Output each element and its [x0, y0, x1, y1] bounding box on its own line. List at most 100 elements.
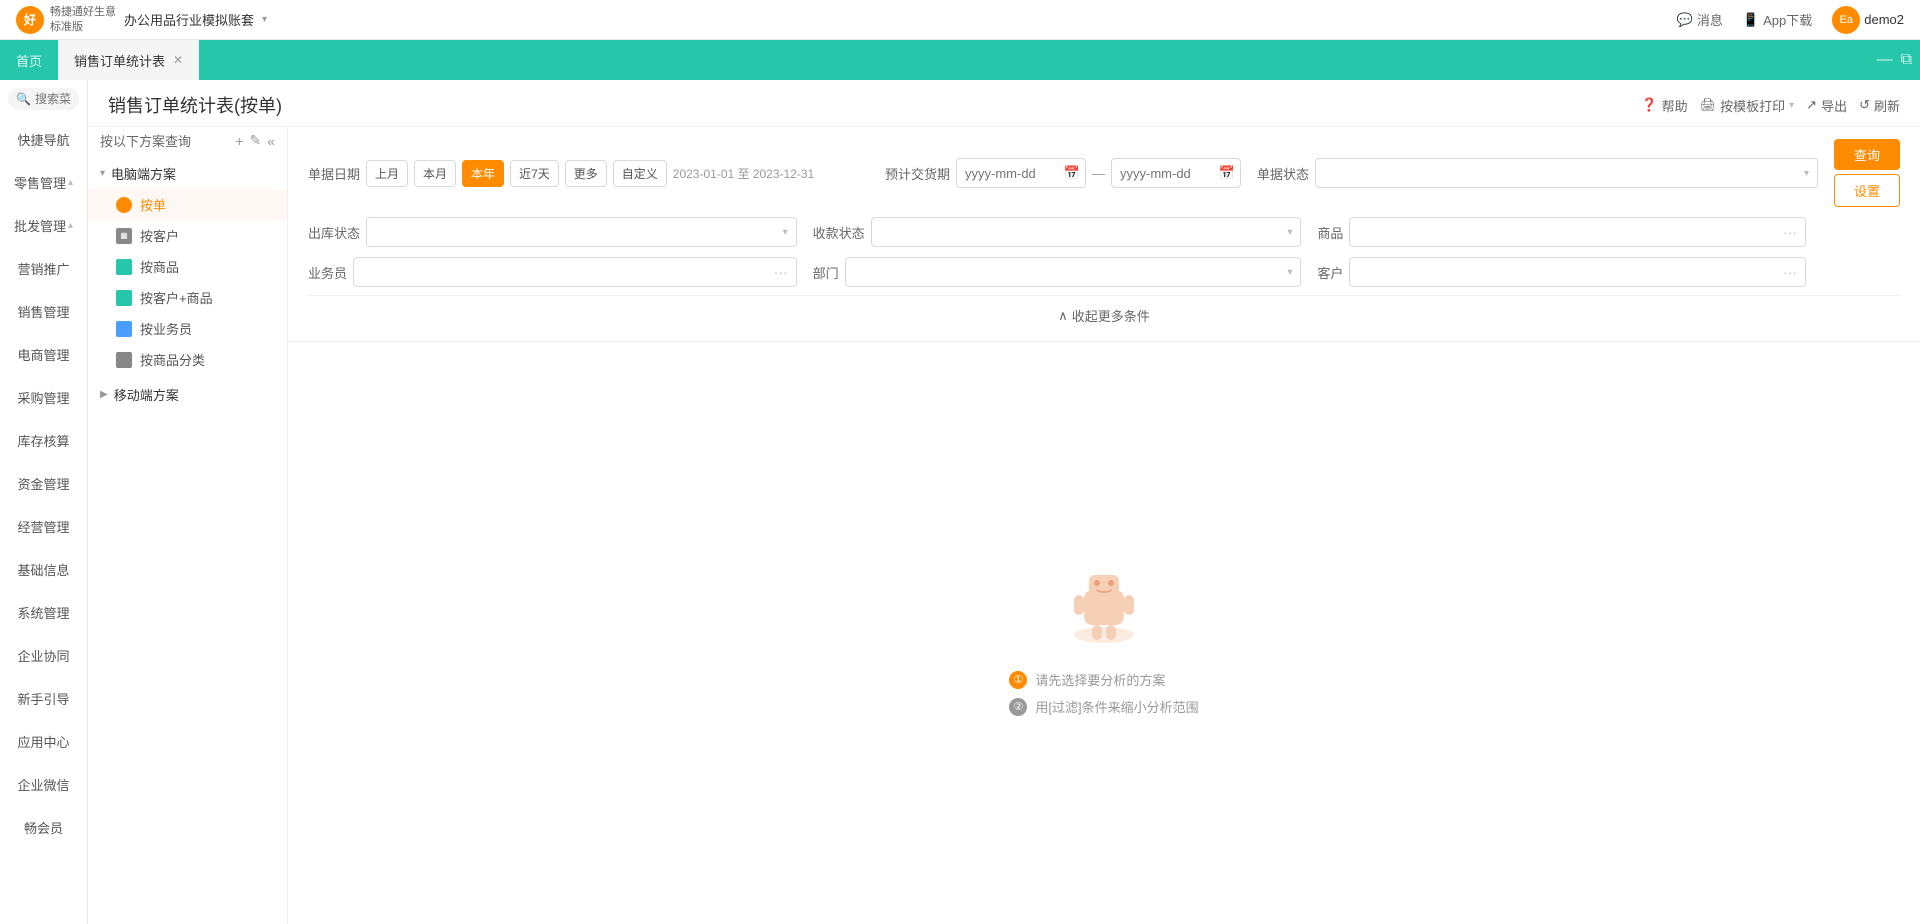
scheme-item-按单[interactable]: 按单: [88, 189, 287, 220]
sidebar-item-vip[interactable]: 畅会员: [0, 806, 87, 849]
search-input[interactable]: [35, 92, 71, 106]
date-btn-custom[interactable]: 自定义: [613, 160, 667, 187]
sidebar-item-wechat[interactable]: 企业微信: [0, 763, 87, 806]
scheme-item-按业务员[interactable]: 按业务员: [88, 313, 287, 344]
user-avatar: Ea: [1832, 6, 1860, 34]
page-title: 销售订单统计表(按单): [108, 92, 282, 118]
date-btn-last7days[interactable]: 近7天: [510, 160, 559, 187]
collapse-button[interactable]: ∧ 收起更多条件: [1046, 302, 1162, 329]
query-button[interactable]: 查询: [1834, 139, 1900, 170]
date-btn-this-month[interactable]: 本月: [414, 160, 456, 187]
sidebar-item-ecommerce[interactable]: 电商管理: [0, 333, 87, 376]
filter-row-3: 业务员 ··· 部门 ▾: [308, 257, 1900, 287]
salesman-dots-icon: ···: [774, 264, 788, 280]
top-bar: 好 畅捷通好生意 标准版 办公用品行业模拟账套 ▾ 💬 消息 📱 App下载 E…: [0, 0, 1920, 40]
bill-status-label: 单据状态: [1257, 164, 1309, 183]
scheme-header: 按以下方案查询 + ✎ «: [88, 127, 287, 158]
filter-payment-status-col: 收款状态 ▾: [813, 217, 1302, 247]
scheme-pc-group-header[interactable]: ▾ 电脑端方案: [88, 158, 287, 189]
date-from-calendar-icon: 📅: [1064, 165, 1080, 181]
main-panel: 销售订单统计表(按单) ❓ 帮助 🖨 按模板打印 ▾ ↗ 导出 ↺ 刷新: [88, 80, 1920, 924]
tab-home[interactable]: 首页: [0, 40, 58, 80]
sidebar-item-appstore[interactable]: 应用中心: [0, 720, 87, 763]
app-title[interactable]: 办公用品行业模拟账套: [124, 10, 254, 29]
filter-date-col: 单据日期 上月 本月 本年 近7天 更多 自定义 2023-01-01 至 20…: [308, 160, 869, 187]
tab-maximize-button[interactable]: ⧉: [1901, 52, 1912, 68]
sidebar-item-wholesale[interactable]: 批发管理 ▴: [0, 204, 87, 247]
top-bar-left: 好 畅捷通好生意 标准版 办公用品行业模拟账套 ▾: [16, 5, 267, 34]
sidebar-item-business[interactable]: 经营管理: [0, 505, 87, 548]
scheme-item-按商品[interactable]: 按商品: [88, 251, 287, 282]
sidebar-item-basic[interactable]: 基础信息: [0, 548, 87, 591]
filter-department-col: 部门 ▾: [813, 257, 1302, 287]
date-btn-this-year[interactable]: 本年: [462, 160, 504, 187]
page-actions: ❓ 帮助 🖨 按模板打印 ▾ ↗ 导出 ↺ 刷新: [1641, 96, 1900, 115]
payment-status-select[interactable]: ▾: [871, 217, 1302, 247]
scheme-add-icon[interactable]: +: [235, 133, 243, 149]
scheme-mobile-group-header[interactable]: ▶ 移动端方案: [88, 379, 287, 410]
scheme-mobile-group: ▶ 移动端方案: [88, 379, 287, 410]
tip-text-1: 请先选择要分析的方案: [1035, 670, 1165, 689]
scheme-item-按业务员-icon: [116, 321, 132, 337]
scheme-edit-icon[interactable]: ✎: [249, 132, 261, 149]
sidebar-item-purchase[interactable]: 采购管理: [0, 376, 87, 419]
scheme-item-按商品分类[interactable]: 按商品分类: [88, 344, 287, 375]
sidebar-item-marketing[interactable]: 营销推广: [0, 247, 87, 290]
scheme-item-按业务员-label: 按业务员: [140, 319, 192, 338]
filter-row-2: 出库状态 ▾ 收款状态 ▾: [308, 217, 1900, 247]
sidebar-item-enterprise[interactable]: 企业协同: [0, 634, 87, 677]
date-btn-last-month[interactable]: 上月: [366, 160, 408, 187]
search-icon: 🔍: [16, 92, 31, 106]
filter-salesman-col: 业务员 ···: [308, 257, 797, 287]
department-select[interactable]: ▾: [845, 257, 1302, 287]
app-download-button[interactable]: 📱 App下载: [1743, 10, 1812, 29]
page-header: 销售订单统计表(按单) ❓ 帮助 🖨 按模板打印 ▾ ↗ 导出 ↺ 刷新: [88, 80, 1920, 127]
sidebar-item-sales[interactable]: 销售管理: [0, 290, 87, 333]
scheme-collapse-icon[interactable]: «: [267, 133, 275, 149]
filter-row-1: 单据日期 上月 本月 本年 近7天 更多 自定义 2023-01-01 至 20…: [308, 139, 1900, 207]
collapse-row: ∧ 收起更多条件: [308, 295, 1900, 329]
tab-sales-order-stat[interactable]: 销售订单统计表 ✕: [58, 40, 199, 80]
sidebar-item-finance[interactable]: 资金管理: [0, 462, 87, 505]
out-status-label: 出库状态: [308, 223, 360, 242]
message-button[interactable]: 💬 消息: [1677, 10, 1723, 29]
export-icon: ↗: [1806, 97, 1817, 113]
date-btn-more[interactable]: 更多: [565, 160, 607, 187]
scheme-item-按客户商品-icon: [116, 290, 132, 306]
user-area[interactable]: Ea demo2: [1832, 6, 1904, 34]
mobile-group-arrow-icon: ▶: [100, 389, 108, 400]
sidebar-item-retail[interactable]: 零售管理 ▴: [0, 161, 87, 204]
settings-button[interactable]: 设置: [1834, 174, 1900, 207]
goods-input[interactable]: ···: [1349, 217, 1806, 247]
export-button[interactable]: ↗ 导出: [1806, 96, 1847, 115]
app-title-dropdown-icon[interactable]: ▾: [262, 14, 267, 25]
filter-bill-status-col: 单据状态 ▾: [1257, 158, 1818, 188]
tab-minimize-button[interactable]: —: [1877, 52, 1893, 68]
sidebar-item-inventory[interactable]: 库存核算: [0, 419, 87, 462]
salesman-input[interactable]: ···: [353, 257, 797, 287]
goods-label: 商品: [1317, 223, 1343, 242]
out-status-select[interactable]: ▾: [366, 217, 797, 247]
logo-area: 好 畅捷通好生意 标准版: [16, 5, 116, 34]
template-print-arrow-icon: ▾: [1789, 100, 1794, 111]
template-print-icon: 🖨: [1700, 97, 1717, 113]
tab-close-icon[interactable]: ✕: [173, 53, 183, 67]
empty-tips: ① 请先选择要分析的方案 ② 用[过滤]条件来缩小分析范围: [1009, 670, 1198, 716]
customer-input[interactable]: ···: [1349, 257, 1806, 287]
refresh-button[interactable]: ↺ 刷新: [1859, 96, 1900, 115]
bill-status-select[interactable]: ▾: [1315, 158, 1818, 188]
sidebar-item-system[interactable]: 系统管理: [0, 591, 87, 634]
scheme-item-按客户商品[interactable]: 按客户+商品: [88, 282, 287, 313]
refresh-icon: ↺: [1859, 97, 1870, 113]
help-button[interactable]: ❓ 帮助: [1641, 96, 1687, 115]
logo-text: 畅捷通好生意 标准版: [50, 5, 116, 34]
sidebar-item-shortcut[interactable]: 快捷导航: [0, 118, 87, 161]
empty-tip-2: ② 用[过滤]条件来缩小分析范围: [1009, 697, 1198, 716]
template-print-button[interactable]: 🖨 按模板打印 ▾: [1700, 96, 1795, 115]
pc-group-label: 电脑端方案: [111, 164, 176, 183]
app-download-icon: 📱: [1743, 12, 1759, 28]
scheme-sidebar: 按以下方案查询 + ✎ « ▾ 电脑端方案 按单: [88, 127, 288, 924]
sidebar-item-newbie[interactable]: 新手引导: [0, 677, 87, 720]
scheme-item-按单-label: 按单: [140, 195, 166, 214]
scheme-item-按客户[interactable]: ▦ 按客户: [88, 220, 287, 251]
